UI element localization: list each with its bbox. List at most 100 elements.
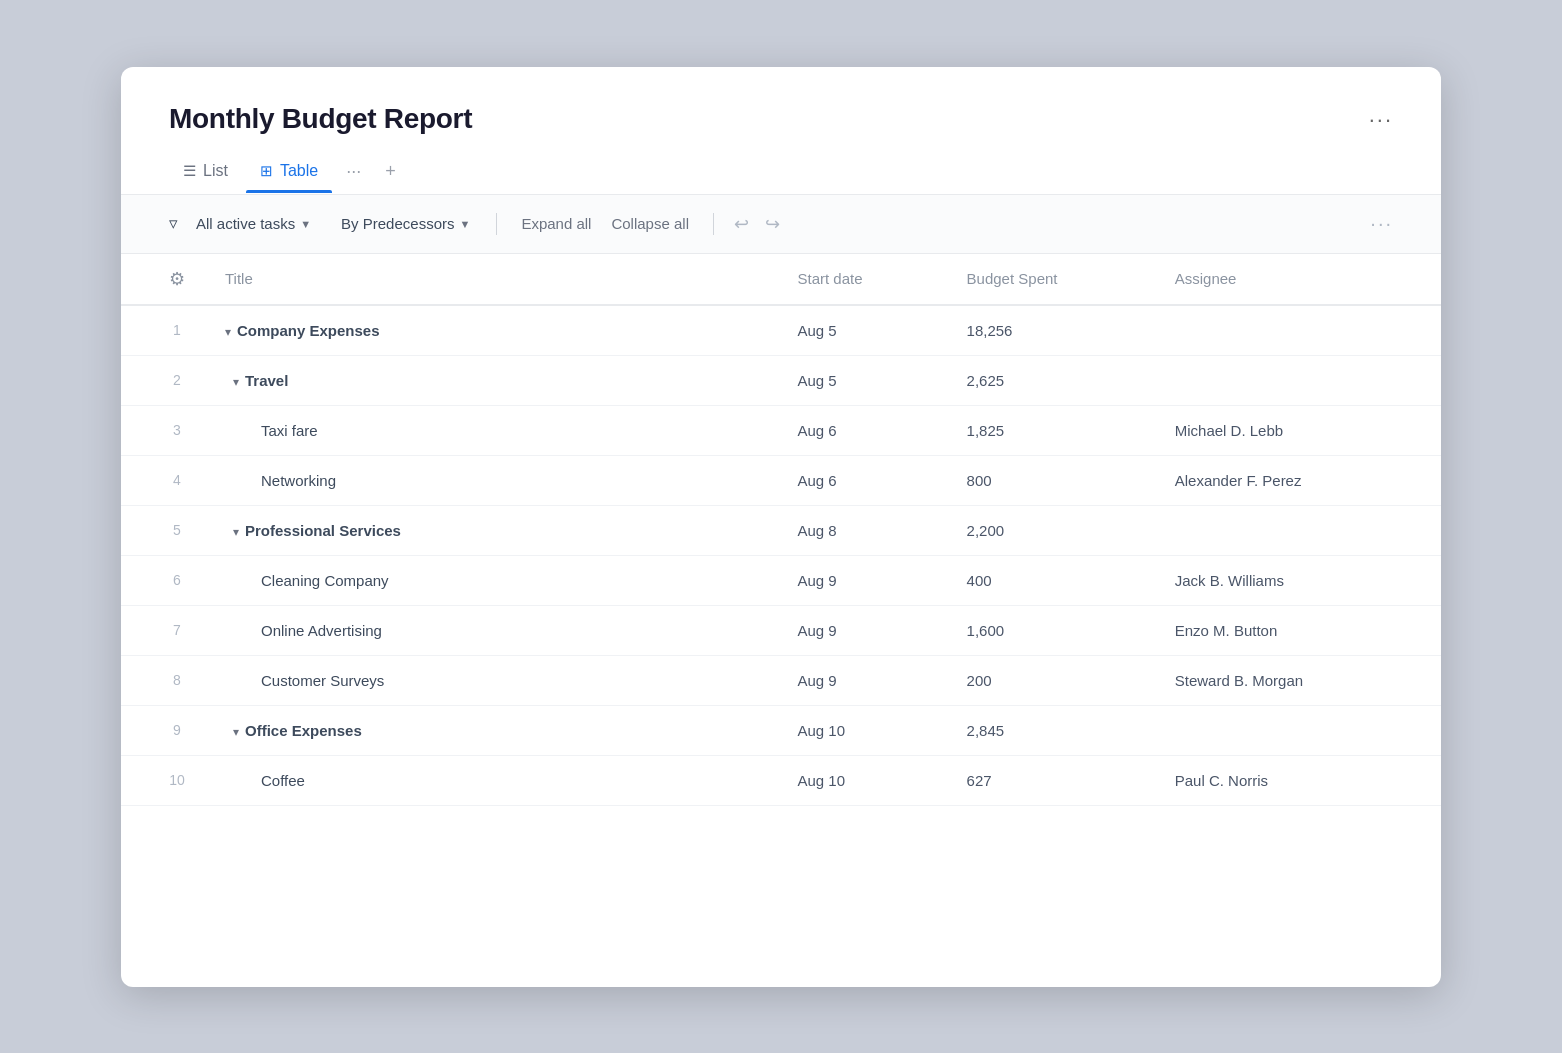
row-assignee: Alexander F. Perez — [1155, 455, 1441, 505]
table-row: 4 Networking Aug 6800Alexander F. Perez — [121, 455, 1441, 505]
row-budget-spent: 2,845 — [947, 705, 1155, 755]
row-assignee: Steward B. Morgan — [1155, 655, 1441, 705]
tab-more-button[interactable]: ··· — [336, 153, 371, 194]
budget-table: ⚙ Title Start date Budget Spent Assignee… — [121, 254, 1441, 806]
row-budget-spent: 1,600 — [947, 605, 1155, 655]
budget-col-header: Budget Spent — [947, 254, 1155, 305]
row-budget-spent: 1,825 — [947, 405, 1155, 455]
row-start-date: Aug 10 — [777, 755, 946, 805]
gear-icon[interactable]: ⚙ — [169, 269, 185, 289]
task-title: Networking — [261, 472, 336, 489]
chevron-icon: ▾ — [233, 375, 239, 389]
filter-caret-1: ▼ — [300, 218, 311, 230]
task-title: Taxi fare — [261, 422, 318, 439]
toolbar-separator-1 — [496, 213, 497, 235]
table-header-row: ⚙ Title Start date Budget Spent Assignee — [121, 254, 1441, 305]
header: Monthly Budget Report ··· — [121, 67, 1441, 135]
table-row: 2▾TravelAug 52,625 — [121, 355, 1441, 405]
tab-list-label: List — [203, 162, 228, 180]
expand-all-button[interactable]: Expand all — [511, 209, 601, 238]
row-assignee: Michael D. Lebb — [1155, 405, 1441, 455]
all-active-tasks-filter[interactable]: All active tasks ▼ — [184, 209, 323, 238]
row-start-date: Aug 6 — [777, 455, 946, 505]
table-icon: ⊞ — [260, 162, 273, 180]
chevron-icon: ▾ — [233, 525, 239, 539]
task-title: Cleaning Company — [261, 572, 389, 589]
table-row: 6Cleaning CompanyAug 9400Jack B. William… — [121, 555, 1441, 605]
table-row: 3Taxi fareAug 61,825Michael D. Lebb — [121, 405, 1441, 455]
row-number: 2 — [121, 355, 205, 405]
tab-add-button[interactable]: + — [375, 153, 406, 194]
all-active-tasks-label: All active tasks — [196, 215, 295, 232]
filter-group: ▿ All active tasks ▼ By Predecessors ▼ — [169, 209, 482, 238]
tabs-bar: ☰ List ⊞ Table ··· + — [121, 135, 1441, 195]
row-start-date: Aug 5 — [777, 305, 946, 356]
table-row: 9 ▾ Office Expenses Aug 102,845 — [121, 705, 1441, 755]
row-start-date: Aug 9 — [777, 555, 946, 605]
row-number: 4 — [121, 455, 205, 505]
row-number: 10 — [121, 755, 205, 805]
table-row: 10CoffeeAug 10627Paul C. Norris — [121, 755, 1441, 805]
row-title: Cleaning Company — [205, 555, 777, 605]
row-budget-spent: 18,256 — [947, 305, 1155, 356]
by-predecessors-label: By Predecessors — [341, 215, 454, 232]
tab-list[interactable]: ☰ List — [169, 154, 242, 192]
row-number: 9 — [121, 705, 205, 755]
row-assignee — [1155, 705, 1441, 755]
table-container: ⚙ Title Start date Budget Spent Assignee… — [121, 254, 1441, 987]
row-budget-spent: 800 — [947, 455, 1155, 505]
assignee-col-header: Assignee — [1155, 254, 1441, 305]
group-title: Office Expenses — [245, 722, 362, 739]
row-number: 1 — [121, 305, 205, 356]
row-number: 7 — [121, 605, 205, 655]
row-assignee — [1155, 355, 1441, 405]
row-number: 5 — [121, 505, 205, 555]
task-title: Online Advertising — [261, 622, 382, 639]
table-row: 5▾Professional ServicesAug 82,200 — [121, 505, 1441, 555]
table-row: 1 ▾ Company Expenses Aug 518,256 — [121, 305, 1441, 356]
row-budget-spent: 627 — [947, 755, 1155, 805]
header-more-button[interactable]: ··· — [1369, 107, 1393, 133]
filter-caret-2: ▼ — [459, 218, 470, 230]
title-col-header: Title — [205, 254, 777, 305]
group-title: Professional Services — [245, 522, 401, 539]
by-predecessors-filter[interactable]: By Predecessors ▼ — [329, 209, 482, 238]
table-row: 7 Online Advertising Aug 91,600Enzo M. But… — [121, 605, 1441, 655]
row-title[interactable]: ▾ Office Expenses — [205, 705, 777, 755]
tab-table[interactable]: ⊞ Table — [246, 154, 332, 192]
row-assignee — [1155, 305, 1441, 356]
row-title: Networking — [205, 455, 777, 505]
date-col-header: Start date — [777, 254, 946, 305]
chevron-icon: ▾ — [233, 725, 239, 739]
undo-button[interactable]: ↩ — [728, 209, 755, 239]
chevron-icon: ▾ — [225, 325, 231, 339]
row-budget-spent: 2,625 — [947, 355, 1155, 405]
row-number: 3 — [121, 405, 205, 455]
row-assignee: Enzo M. Button — [1155, 605, 1441, 655]
row-start-date: Aug 10 — [777, 705, 946, 755]
filter-icon: ▿ — [169, 213, 178, 234]
row-title[interactable]: ▾ Travel — [205, 355, 777, 405]
toolbar-more-button[interactable]: ··· — [1370, 212, 1393, 235]
list-icon: ☰ — [183, 162, 196, 180]
row-title[interactable]: ▾ Company Expenses — [205, 305, 777, 356]
toolbar-separator-2 — [713, 213, 714, 235]
toolbar: ▿ All active tasks ▼ By Predecessors ▼ E… — [121, 195, 1441, 254]
row-title[interactable]: ▾ Professional Services — [205, 505, 777, 555]
row-start-date: Aug 9 — [777, 655, 946, 705]
row-title: Online Advertising — [205, 605, 777, 655]
tab-table-label: Table — [280, 162, 318, 180]
group-title: Company Expenses — [237, 322, 380, 339]
row-assignee — [1155, 505, 1441, 555]
settings-col-header: ⚙ — [121, 254, 205, 305]
row-budget-spent: 400 — [947, 555, 1155, 605]
page-title: Monthly Budget Report — [169, 103, 472, 135]
group-title: Travel — [245, 372, 288, 389]
row-number: 6 — [121, 555, 205, 605]
redo-button[interactable]: ↪ — [759, 209, 786, 239]
row-start-date: Aug 9 — [777, 605, 946, 655]
row-number: 8 — [121, 655, 205, 705]
table-row: 8Customer SurveysAug 9200Steward B. Morg… — [121, 655, 1441, 705]
collapse-all-button[interactable]: Collapse all — [601, 209, 699, 238]
row-budget-spent: 2,200 — [947, 505, 1155, 555]
